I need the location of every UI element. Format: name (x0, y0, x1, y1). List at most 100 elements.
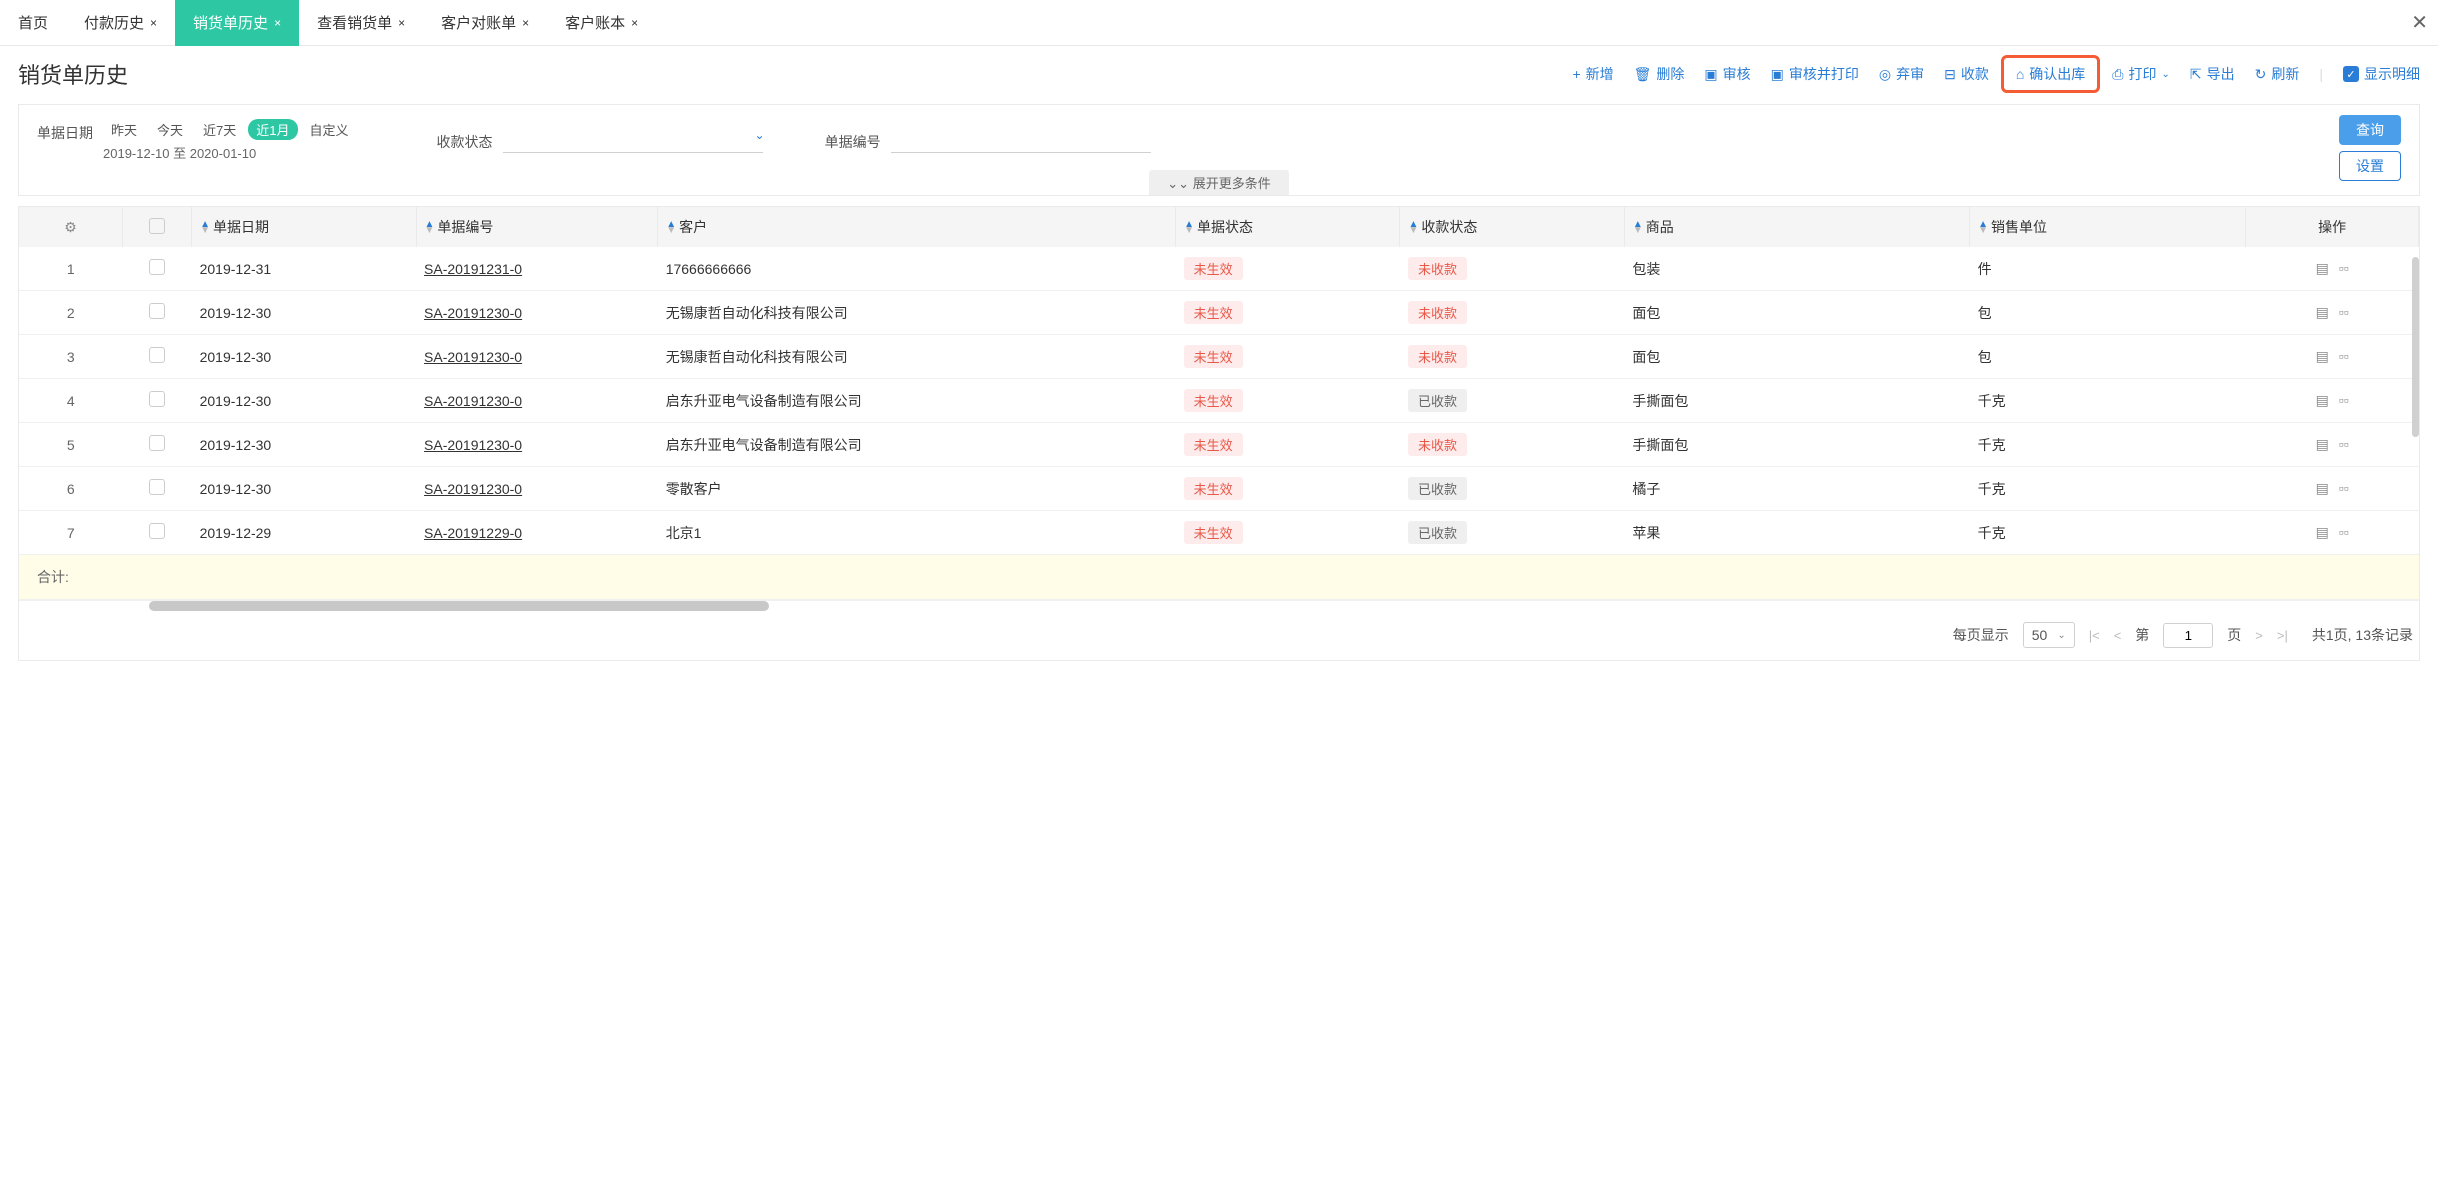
doc-link[interactable]: SA-20191230-0 (424, 349, 522, 365)
per-page-label: 每页显示 (1953, 625, 2009, 645)
close-icon[interactable]: × (522, 16, 529, 30)
pay-status-input[interactable] (503, 128, 763, 153)
row-checkbox[interactable] (149, 303, 165, 319)
doc-link[interactable]: SA-20191230-0 (424, 481, 522, 497)
close-icon[interactable]: × (150, 16, 157, 30)
more-icon[interactable]: ▫▫ (2339, 524, 2349, 541)
page-header: 销货单历史 + 新增 🗑 删除 ▣ 审核 ▣ 审核并打印 ◎ 弃审 (18, 58, 2420, 90)
view-icon[interactable]: ▤ (2316, 480, 2329, 497)
more-icon[interactable]: ▫▫ (2339, 260, 2349, 277)
doc-link[interactable]: SA-20191231-0 (424, 261, 522, 277)
col-unit-header[interactable]: 销售单位 (1991, 219, 2047, 235)
export-button[interactable]: ⇱ 导出 (2190, 64, 2235, 84)
select-all-checkbox[interactable] (149, 218, 165, 234)
tab-客户对账单[interactable]: 客户对账单× (423, 0, 547, 46)
date-chip-昨天[interactable]: 昨天 (103, 119, 145, 140)
receipt-button[interactable]: ⊟ 收款 (1944, 64, 1989, 84)
more-icon[interactable]: ▫▫ (2339, 348, 2349, 365)
prev-page-button[interactable]: < (2114, 628, 2122, 643)
audit-button[interactable]: ▣ 审核 (1704, 64, 1750, 84)
doc-link[interactable]: SA-20191230-0 (424, 393, 522, 409)
query-button[interactable]: 查询 (2339, 115, 2401, 145)
table-row: 12019-12-31SA-20191231-017666666666未生效未收… (19, 247, 2419, 291)
warehouse-icon: ⌂ (2016, 66, 2024, 82)
next-page-button[interactable]: > (2255, 628, 2263, 643)
row-checkbox[interactable] (149, 523, 165, 539)
doc-link[interactable]: SA-20191230-0 (424, 305, 522, 321)
cell-product: 面包 (1624, 291, 1969, 335)
tab-首页[interactable]: 首页 (0, 0, 66, 46)
unaudit-button[interactable]: ◎ 弃审 (1879, 64, 1924, 84)
expand-filters-button[interactable]: ⌄⌄ 展开更多条件 (1149, 170, 1288, 195)
doc-link[interactable]: SA-20191229-0 (424, 525, 522, 541)
row-checkbox[interactable] (149, 259, 165, 275)
doc-no-input[interactable] (891, 128, 1151, 153)
page-suffix: 页 (2227, 625, 2241, 645)
view-icon[interactable]: ▤ (2316, 348, 2329, 365)
per-page-select[interactable]: 50 ⌄ (2023, 622, 2075, 648)
col-status-header[interactable]: 单据状态 (1197, 219, 1253, 235)
more-icon[interactable]: ▫▫ (2339, 480, 2349, 497)
more-icon[interactable]: ▫▫ (2339, 304, 2349, 321)
more-icon[interactable]: ▫▫ (2339, 392, 2349, 409)
cell-date: 2019-12-31 (192, 247, 416, 291)
refresh-button[interactable]: ↻ 刷新 (2255, 64, 2300, 84)
view-icon[interactable]: ▤ (2316, 304, 2329, 321)
vertical-scrollbar[interactable] (2412, 257, 2419, 437)
view-icon[interactable]: ▤ (2316, 392, 2329, 409)
audit-print-button[interactable]: ▣ 审核并打印 (1771, 64, 1859, 84)
cell-product: 包装 (1624, 247, 1969, 291)
view-icon[interactable]: ▤ (2316, 260, 2329, 277)
last-page-button[interactable]: >| (2277, 628, 2288, 643)
add-button[interactable]: + 新增 (1572, 64, 1613, 84)
chevron-down-icon: ⌄ (2057, 630, 2065, 641)
col-customer-header[interactable]: 客户 (679, 219, 707, 235)
date-chip-今天[interactable]: 今天 (149, 119, 191, 140)
tab-销货单历史[interactable]: 销货单历史× (175, 0, 299, 46)
row-checkbox[interactable] (149, 435, 165, 451)
col-date-header[interactable]: 单据日期 (213, 219, 269, 235)
chevron-down-icon[interactable]: ⌄ (755, 128, 765, 142)
doc-status-badge: 未生效 (1184, 433, 1243, 456)
table-row: 42019-12-30SA-20191230-0启东升亚电气设备制造有限公司未生… (19, 379, 2419, 423)
table-row: 22019-12-30SA-20191230-0无锡康哲自动化科技有限公司未生效… (19, 291, 2419, 335)
row-checkbox[interactable] (149, 391, 165, 407)
row-checkbox[interactable] (149, 347, 165, 363)
date-chip-近7天[interactable]: 近7天 (195, 119, 244, 140)
gear-icon[interactable]: ⚙ (64, 219, 77, 235)
show-detail-toggle[interactable]: ✓ 显示明细 (2343, 64, 2420, 84)
page-input[interactable] (2163, 623, 2213, 648)
close-icon[interactable]: × (631, 16, 638, 30)
row-number: 3 (19, 335, 123, 379)
doc-status-badge: 未生效 (1184, 345, 1243, 368)
view-icon[interactable]: ▤ (2316, 436, 2329, 453)
row-checkbox[interactable] (149, 479, 165, 495)
date-chip-近1月[interactable]: 近1月 (248, 119, 297, 140)
export-label: 导出 (2207, 64, 2235, 84)
delete-button[interactable]: 🗑 删除 (1634, 64, 1685, 84)
per-page-value: 50 (2032, 627, 2048, 643)
print-button[interactable]: ⎙ 打印 ⌄ (2112, 64, 2170, 84)
view-icon[interactable]: ▤ (2316, 524, 2329, 541)
cell-unit: 千克 (1970, 423, 2246, 467)
tab-客户账本[interactable]: 客户账本× (547, 0, 656, 46)
first-page-button[interactable]: |< (2089, 628, 2100, 643)
close-all-tabs-icon[interactable]: ✕ (2411, 10, 2428, 35)
more-icon[interactable]: ▫▫ (2339, 436, 2349, 453)
close-icon[interactable]: × (274, 16, 281, 30)
close-icon[interactable]: × (398, 16, 405, 30)
col-pay-header[interactable]: 收款状态 (1421, 219, 1477, 235)
tab-查看销货单[interactable]: 查看销货单× (299, 0, 423, 46)
confirm-out-button[interactable]: ⌂ 确认出库 (2001, 55, 2100, 93)
col-product-header[interactable]: 商品 (1646, 219, 1674, 235)
settings-button[interactable]: 设置 (2339, 151, 2401, 181)
pay-status-label: 收款状态 (437, 128, 493, 152)
cell-customer: 无锡康哲自动化科技有限公司 (658, 335, 1176, 379)
scrollbar-thumb[interactable] (149, 601, 769, 611)
col-docno-header[interactable]: 单据编号 (437, 219, 493, 235)
date-chip-自定义[interactable]: 自定义 (302, 119, 357, 140)
tab-付款历史[interactable]: 付款历史× (66, 0, 175, 46)
horizontal-scrollbar[interactable] (19, 600, 2419, 610)
stamp-icon: ▣ (1704, 66, 1717, 83)
doc-link[interactable]: SA-20191230-0 (424, 437, 522, 453)
